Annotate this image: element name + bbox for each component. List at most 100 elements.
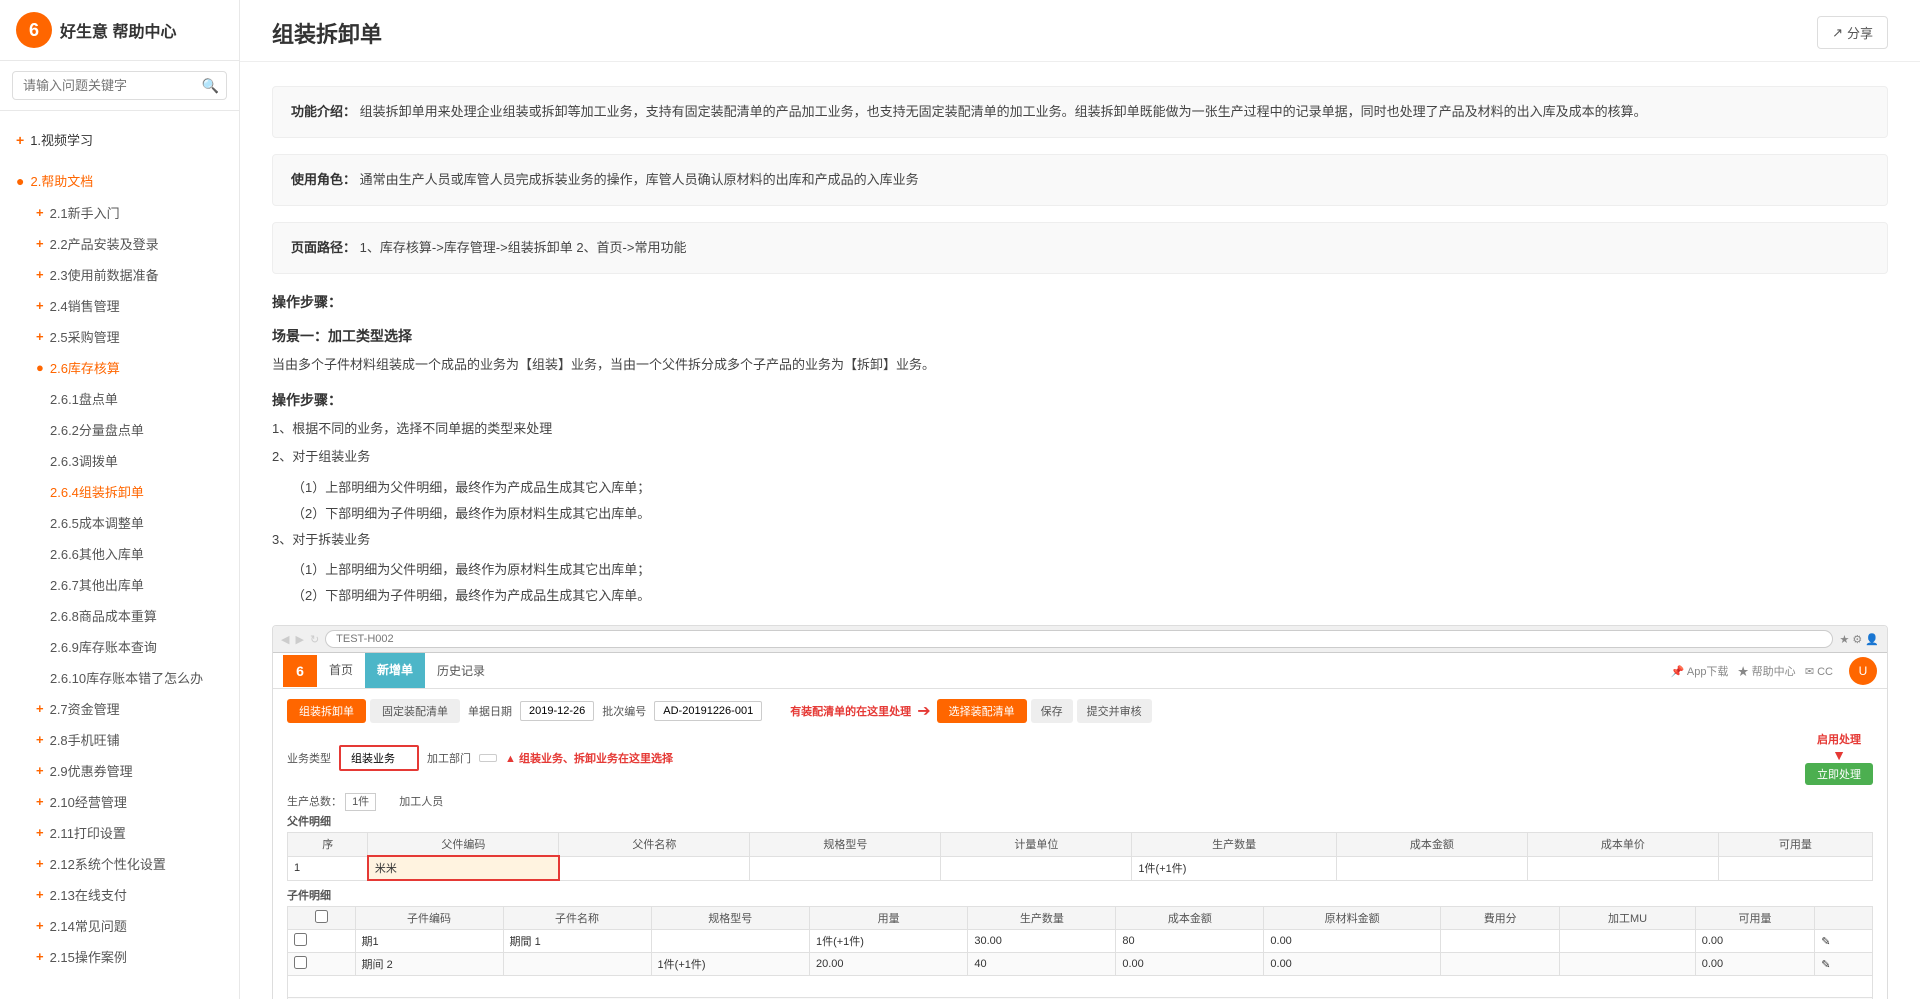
second-row: 业务类型 组装业务 加工部门 ▲ 组装业务、拆卸业务在这里选择 启用处理 ▼ 立…: [287, 731, 1873, 785]
cth-spec: 规格型号: [651, 907, 809, 930]
sidebar-item-videos[interactable]: + 1.视频学习: [0, 123, 239, 156]
nav-tab-home[interactable]: 首页: [317, 653, 365, 688]
plus-icon-newbie: +: [36, 205, 44, 220]
sidebar-item-fund[interactable]: + 2.7资金管理: [0, 693, 239, 724]
sidebar-item-assembly[interactable]: 2.6.4组装拆卸单: [0, 476, 239, 507]
btn-submit[interactable]: 提交并审核: [1077, 699, 1152, 723]
btn-save[interactable]: 保存: [1031, 699, 1073, 723]
cth-cost: 成本金额: [1116, 907, 1264, 930]
sidebar-item-install[interactable]: + 2.2产品安装及登录: [0, 228, 239, 259]
info-row: 生产总数： 1件 加工人员: [287, 793, 1873, 809]
sidebar-label-inventory: 2.6库存核算: [50, 358, 120, 377]
type-label: 业务类型: [287, 750, 331, 766]
ccell-avail-2: 0.00: [1695, 953, 1814, 976]
field-date-value[interactable]: 2019-12-26: [520, 701, 594, 721]
plus-icon-custom: +: [36, 856, 44, 871]
sidebar-item-mobile[interactable]: + 2.8手机旺铺: [0, 724, 239, 755]
sidebar-item-ledger[interactable]: 2.6.9库存账本查询: [0, 631, 239, 662]
cth-fee: 費用分: [1440, 907, 1559, 930]
nav-sub-docs: + 2.1新手入门 + 2.2产品安装及登录 + 2.3使用前数据准备 + 2.…: [0, 197, 239, 972]
sidebar-item-payment[interactable]: + 2.13在线支付: [0, 879, 239, 910]
ccell-prodqty: 30.00: [968, 930, 1116, 953]
th-unit: 计量单位: [941, 833, 1132, 857]
sidebar-item-purchase[interactable]: + 2.5采购管理: [0, 321, 239, 352]
cell-cost: [1336, 856, 1527, 880]
sidebar-item-stocktake[interactable]: 2.6.1盘点单: [0, 383, 239, 414]
sidebar-item-partial-stocktake[interactable]: 2.6.2分量盘点单: [0, 414, 239, 445]
nav-tab-history[interactable]: 历史记录: [425, 654, 497, 687]
child-table: 子件编码 子件名称 规格型号 用量 生产数量 成本金额 原材料金额 費用分 加工…: [287, 906, 1873, 999]
ccell-mu-2: [1560, 953, 1695, 976]
nav-tab-active[interactable]: 新增单: [365, 653, 425, 688]
minus-icon-inventory: ●: [36, 360, 44, 375]
logo-icon: 6: [16, 12, 52, 48]
th-spec: 规格型号: [750, 833, 941, 857]
path-text: 1、库存核算->库存管理->组装拆卸单 2、首页->常用功能: [360, 240, 687, 255]
btn-process[interactable]: 选择装配清单: [937, 699, 1027, 723]
num-value[interactable]: 1件: [345, 793, 376, 811]
sidebar-item-dataprep[interactable]: + 2.3使用前数据准备: [0, 259, 239, 290]
cth-mu: 加工MU: [1560, 907, 1695, 930]
field-batch-value[interactable]: AD-20191226-001: [654, 701, 762, 721]
plus-icon-cases: +: [36, 949, 44, 964]
screenshot-container: ◀ ▶ ↻ TEST-H002 ★ ⚙ 👤 6 首页 新增单 历史记录 📌 Ap…: [272, 625, 1888, 999]
sidebar-item-inventory[interactable]: ● 2.6库存核算: [0, 352, 239, 383]
sidebar-item-cases[interactable]: + 2.15操作案例: [0, 941, 239, 972]
browser-url-bar: TEST-H002: [325, 630, 1833, 648]
plus-icon-faq: +: [36, 918, 44, 933]
sidebar-label-faq: 2.14常见问题: [50, 916, 127, 935]
share-button[interactable]: ↗ 分享: [1817, 16, 1888, 49]
ccell-act: ✎: [1815, 930, 1873, 953]
th-seq: 序: [288, 833, 368, 857]
sidebar-item-sales[interactable]: + 2.4销售管理: [0, 290, 239, 321]
func-intro-label: 功能介绍：: [291, 104, 356, 119]
sidebar-item-docs[interactable]: ● 2.帮助文档: [0, 164, 239, 197]
step3-list: 3、对于拆装业务: [272, 529, 1888, 551]
browser-back-icon: ◀: [281, 633, 289, 646]
nav-avatar: U: [1849, 657, 1877, 685]
sidebar-item-ledger-fix[interactable]: 2.6.10库存账本错了怎么办: [0, 662, 239, 693]
sidebar-item-coupon[interactable]: + 2.9优惠券管理: [0, 755, 239, 786]
ccell-avail: 0.00: [1695, 930, 1814, 953]
select-all-check[interactable]: [315, 910, 328, 923]
sidebar-header: 6 好生意 帮助中心: [0, 0, 239, 61]
sidebar-item-ops[interactable]: + 2.10经营管理: [0, 786, 239, 817]
tab-assembly-active[interactable]: 组装拆卸单: [287, 699, 366, 723]
ccell-check: [288, 930, 356, 953]
sidebar-item-other-out[interactable]: 2.6.7其他出库单: [0, 569, 239, 600]
plus-icon-mobile: +: [36, 732, 44, 747]
func-intro-block: 功能介绍： 组装拆卸单用来处理企业组装或拆卸等加工业务，支持有固定装配清单的产品…: [272, 86, 1888, 138]
step-list: 1、根据不同的业务，选择不同单据的类型来处理 2、对于组装业务: [272, 418, 1888, 468]
plus-icon-install: +: [36, 236, 44, 251]
type-select[interactable]: 组装业务: [339, 745, 419, 771]
search-input[interactable]: [12, 71, 227, 100]
ccell-cost: 80: [1116, 930, 1264, 953]
sidebar-item-print[interactable]: + 2.11打印设置: [0, 817, 239, 848]
step3-sub2: （2）下部明细为子件明细，最终作为产成品生成其它入库单。: [292, 585, 1888, 607]
row-check-1[interactable]: [294, 933, 307, 946]
btn-enable[interactable]: 立即处理: [1805, 763, 1873, 785]
sidebar-item-cost-recalc[interactable]: 2.6.8商品成本重算: [0, 600, 239, 631]
dept-value[interactable]: [479, 754, 497, 762]
sidebar-item-faq[interactable]: + 2.14常见问题: [0, 910, 239, 941]
nav-section-2: ● 2.帮助文档 + 2.1新手入门 + 2.2产品安装及登录 + 2.3使用前…: [0, 160, 239, 976]
annotation-text-2: ▲ 组装业务、拆卸业务在这里选择: [505, 750, 673, 766]
ccell-spec: [651, 930, 809, 953]
tab-other[interactable]: 固定装配清单: [370, 699, 460, 723]
browser-icons: ★ ⚙ 👤: [1839, 633, 1879, 646]
plus-icon-fund: +: [36, 701, 44, 716]
search-icon[interactable]: 🔍: [202, 77, 219, 94]
sidebar-item-cost-adj[interactable]: 2.6.5成本调整单: [0, 507, 239, 538]
th-qty: 生产数量: [1132, 833, 1336, 857]
annotation-text-1: 有装配清单的在这里处理: [790, 703, 911, 719]
inventory-subitems: 2.6.1盘点单 2.6.2分量盘点单 2.6.3调拨单 2.6.4组装拆卸单 …: [0, 383, 239, 693]
sidebar-item-other-in[interactable]: 2.6.6其他入库单: [0, 538, 239, 569]
share-label: 分享: [1847, 23, 1873, 42]
person-label: 加工人员: [399, 796, 443, 808]
ccell-matcost-2: 0.00: [1264, 953, 1441, 976]
sidebar-item-custom[interactable]: + 2.12系统个性化设置: [0, 848, 239, 879]
sidebar-item-transfer[interactable]: 2.6.3调拨单: [0, 445, 239, 476]
sidebar-item-newbie[interactable]: + 2.1新手入门: [0, 197, 239, 228]
app-nav-bar: 6 首页 新增单 历史记录 📌 App下载 ★ 帮助中心 ✉ CC U: [273, 653, 1887, 689]
row-check-2[interactable]: [294, 956, 307, 969]
